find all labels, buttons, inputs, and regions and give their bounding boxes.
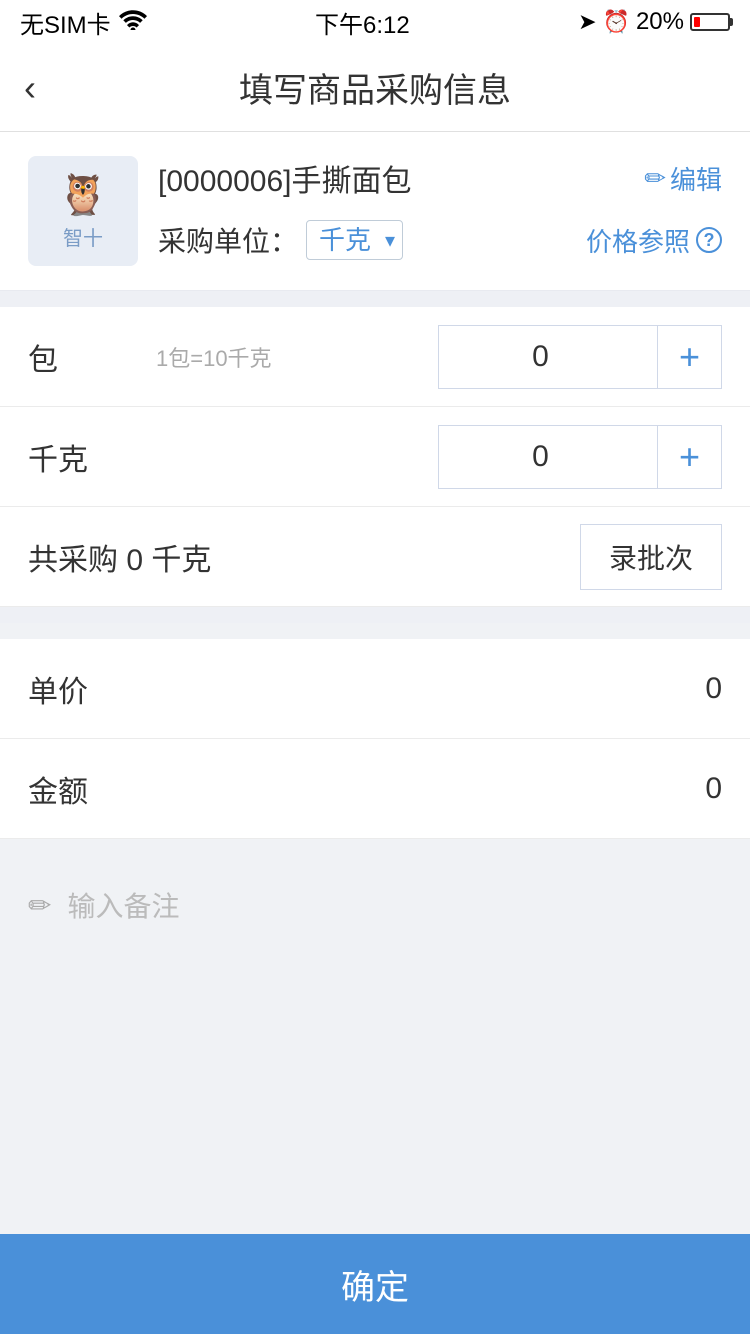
kg-plus-button[interactable]: + (658, 425, 722, 489)
unit-label: 采购单位： (158, 220, 298, 260)
status-right: ➤ ⏰ 20% (578, 8, 730, 36)
edit-label: 编辑 (670, 160, 722, 197)
record-batch-button[interactable]: 录批次 (580, 524, 722, 590)
unit-select-wrapper[interactable]: 千克 克 包 (306, 220, 403, 260)
kg-label: 千克 (28, 435, 148, 479)
separator-2 (0, 607, 750, 623)
input-section: 包 1包=10千克 + 千克 + 共采购 0 千克 录批次 (0, 307, 750, 607)
price-ref-button[interactable]: 价格参照 ? (586, 222, 722, 259)
status-left: 无SIM卡 (20, 5, 147, 40)
unit-price-row: 单价 0 (0, 639, 750, 739)
unit-price-label: 单价 (28, 667, 88, 711)
separator-1 (0, 291, 750, 307)
bag-plus-button[interactable]: + (658, 325, 722, 389)
location-icon: ➤ (578, 9, 596, 35)
remark-section[interactable]: ✏ 输入备注 (0, 855, 750, 955)
price-section: 单价 0 金额 0 (0, 639, 750, 839)
product-logo-icon: 🦉 (58, 171, 108, 218)
amount-value: 0 (705, 772, 722, 806)
bag-sub-label: 1包=10千克 (156, 341, 272, 373)
kg-input[interactable] (438, 425, 658, 489)
status-time: 下午6:12 (315, 5, 410, 40)
amount-row: 金额 0 (0, 739, 750, 839)
status-bar: 无SIM卡 下午6:12 ➤ ⏰ 20% (0, 0, 750, 44)
bottom-space (0, 955, 750, 1255)
product-full-name: [0000006]手撕面包 (158, 156, 411, 200)
summary-row: 共采购 0 千克 录批次 (0, 507, 750, 607)
confirm-button[interactable]: 确定 (0, 1234, 750, 1334)
battery-percent: 20% (636, 8, 684, 36)
product-logo-text: 智十 (63, 222, 103, 251)
product-info: [0000006]手撕面包 ✏ 编辑 采购单位： 千克 克 包 价格参照 ? (158, 156, 722, 260)
unit-row: 采购单位： 千克 克 包 价格参照 ? (158, 220, 722, 260)
unit-select[interactable]: 千克 克 包 (306, 220, 403, 260)
edit-icon: ✏ (644, 163, 666, 194)
page-title: 填写商品采购信息 (239, 63, 511, 112)
product-name-row: [0000006]手撕面包 ✏ 编辑 (158, 156, 722, 200)
back-button[interactable]: ‹ (24, 67, 36, 109)
edit-button[interactable]: ✏ 编辑 (644, 160, 722, 197)
price-ref-label: 价格参照 (586, 222, 690, 259)
product-image: 🦉 智十 (28, 156, 138, 266)
kg-input-row: 千克 + (0, 407, 750, 507)
carrier-label: 无SIM卡 (20, 5, 111, 40)
amount-label: 金额 (28, 767, 88, 811)
bag-label: 包 (28, 335, 148, 379)
bag-input-row: 包 1包=10千克 + (0, 307, 750, 407)
unit-price-value: 0 (705, 672, 722, 706)
alarm-icon: ⏰ (603, 9, 630, 35)
nav-bar: ‹ 填写商品采购信息 (0, 44, 750, 132)
bag-input[interactable] (438, 325, 658, 389)
pencil-icon: ✏ (28, 889, 51, 922)
price-ref-icon: ? (696, 227, 722, 253)
summary-text: 共采购 0 千克 (28, 535, 211, 579)
wifi-icon (119, 8, 147, 37)
bag-input-right: + (438, 325, 722, 389)
kg-input-right: + (438, 425, 722, 489)
battery-icon (690, 13, 730, 31)
remark-placeholder: 输入备注 (67, 885, 179, 925)
product-card: 🦉 智十 [0000006]手撕面包 ✏ 编辑 采购单位： 千克 克 包 (0, 132, 750, 291)
